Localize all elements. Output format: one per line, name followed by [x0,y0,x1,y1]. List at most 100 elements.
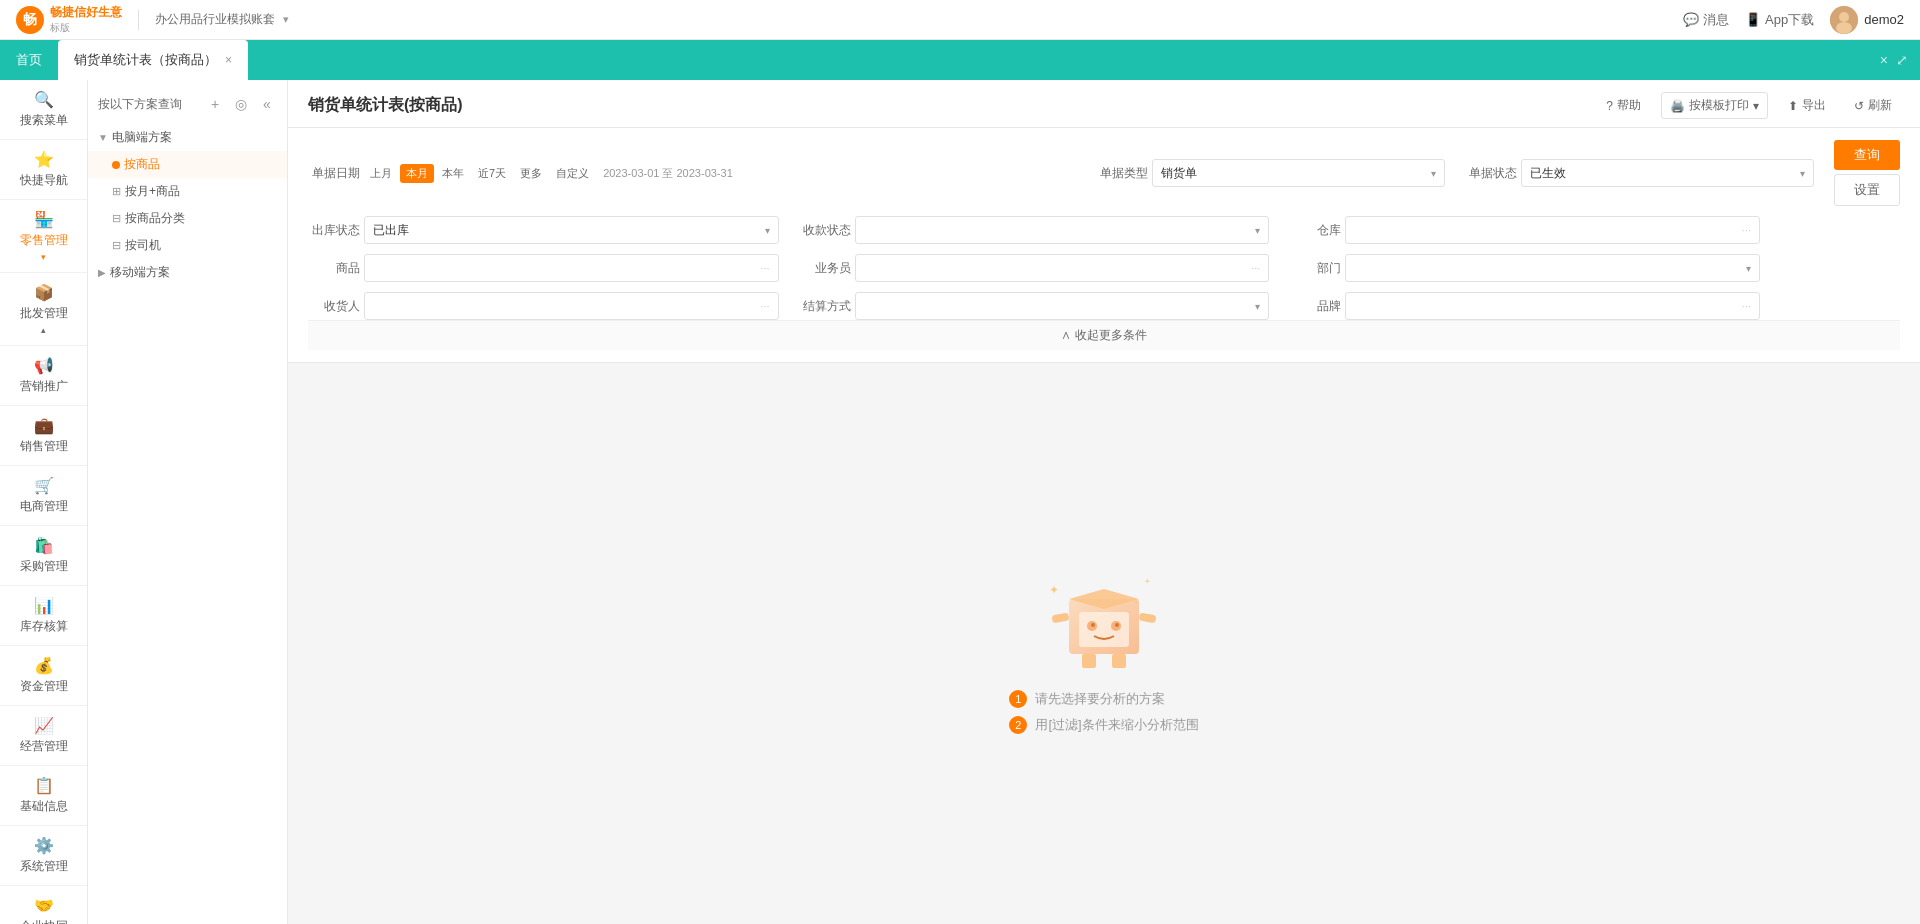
divider [138,10,139,30]
nav-icon: ⭐ [34,150,54,169]
lp-collapse-button[interactable]: « [257,94,277,114]
window-controls: × ⤢ [1880,52,1920,68]
svg-rect-12 [1051,612,1069,623]
date-btn-7days[interactable]: 近7天 [472,164,512,183]
empty-illustration: ✦ ✦ ✦ [1044,554,1164,674]
print-button[interactable]: 🖨️ 按模板打印 ▾ [1661,92,1768,119]
sidebar-nav[interactable]: ⭐ 快捷导航 [0,140,87,200]
product-label: 商品 [308,260,360,277]
svg-rect-5 [1079,612,1129,647]
doc-status-select[interactable]: 已生效 ▾ [1521,159,1814,187]
filter-col-product: 商品 ··· [308,254,779,282]
date-btn-last-month[interactable]: 上月 [364,164,398,183]
app-download-button[interactable]: 📱 App下载 [1745,11,1814,29]
grid-icon: ⊞ [112,185,121,198]
user-area[interactable]: demo2 [1830,6,1904,34]
svg-rect-13 [1138,612,1156,623]
product-field[interactable]: ··· [364,254,779,282]
sales-icon: 💼 [34,416,54,435]
tab-home[interactable]: 首页 [0,40,58,80]
tree-item-by-cashier[interactable]: ⊟ 按司机 [88,232,287,259]
salesman-more-icon: ··· [1251,262,1260,274]
date-btn-this-month[interactable]: 本月 [400,164,434,183]
query-buttons: 查询 设置 [1834,140,1900,206]
sidebar-search[interactable]: 🔍 搜索菜单 [0,80,87,140]
sidebar-item-retail[interactable]: 🏪 零售管理 ▾ [0,200,87,273]
tab-close-button[interactable]: × [225,53,232,67]
tree-group-mobile-header[interactable]: ▶ 移动端方案 [88,259,287,286]
message-icon: 💬 [1683,12,1699,27]
date-btn-this-year[interactable]: 本年 [436,164,470,183]
settings-button[interactable]: 设置 [1834,174,1900,206]
tree-item-by-product[interactable]: 按商品 [88,151,287,178]
warehouse-field[interactable]: ··· [1345,216,1760,244]
brand-more-icon: ··· [1742,300,1751,312]
sidebar-item-sales[interactable]: 💼 销售管理 [0,406,87,466]
tree-group-desktop-header[interactable]: ▼ 电脑端方案 [88,124,287,151]
svg-point-8 [1091,623,1095,627]
cashier-icon: ⊟ [112,239,121,252]
out-status-label: 出库状态 [308,222,360,239]
date-btn-more[interactable]: 更多 [514,164,548,183]
department-dropdown-icon: ▾ [1746,263,1751,274]
date-btn-custom[interactable]: 自定义 [550,164,595,183]
print-icon: 🖨️ [1670,99,1685,113]
top-bar-left: 畅 畅捷信好生意 标版 办公用品行业模拟账套 ▾ [16,4,289,35]
svg-point-1 [1839,12,1849,22]
sidebar-item-inventory[interactable]: 📊 库存核算 [0,586,87,646]
filter-col-settle: 结算方式 ▾ [799,292,1270,320]
empty-tip-2: 2 用[过滤]条件来缩小分析范围 [1009,716,1198,734]
department-select[interactable]: ▾ [1345,254,1760,282]
tree-item-by-category[interactable]: ⊟ 按商品分类 [88,205,287,232]
tip-1-num: 1 [1009,690,1027,708]
breadcrumb-dropdown[interactable]: ▾ [283,13,289,26]
brand-field[interactable]: ··· [1345,292,1760,320]
collapse-bar[interactable]: ∧ 收起更多条件 [308,320,1900,350]
message-button[interactable]: 💬 消息 [1683,11,1729,29]
sidebar-item-ecommerce[interactable]: 🛒 电商管理 [0,466,87,526]
department-label: 部门 [1289,260,1341,277]
export-icon: ⬆ [1788,99,1798,113]
out-status-select[interactable]: 已出库 ▾ [364,216,779,244]
filter-col-doctype: 单据类型 销货单 ▾ [1096,159,1445,187]
doc-type-select[interactable]: 销货单 ▾ [1152,159,1445,187]
export-button[interactable]: ⬆ 导出 [1780,93,1834,118]
filter-col-docstatus: 单据状态 已生效 ▾ [1465,159,1814,187]
logo-area: 畅 畅捷信好生意 标版 [16,4,122,35]
svg-point-9 [1115,623,1119,627]
query-button[interactable]: 查询 [1834,140,1900,170]
logo-icon: 畅 [16,6,44,34]
lp-add-button[interactable]: + [205,94,225,114]
settle-select[interactable]: ▾ [855,292,1270,320]
sidebar-item-wholesale[interactable]: 📦 批发管理 ▴ [0,273,87,346]
sidebar-item-enterprise[interactable]: 🤝 企业协同 [0,886,87,924]
window-max-button[interactable]: ⤢ [1896,52,1908,68]
tip-1-text: 请先选择要分析的方案 [1035,690,1165,708]
sidebar-item-marketing[interactable]: 📢 营销推广 [0,346,87,406]
lp-settings-button[interactable]: ◎ [231,94,251,114]
receive-status-label: 收款状态 [799,222,851,239]
refresh-button[interactable]: ↺ 刷新 [1846,93,1900,118]
tab-active[interactable]: 销货单统计表（按商品） × [58,40,248,80]
date-quick-buttons: 上月 本月 本年 近7天 更多 自定义 [364,164,595,183]
sidebar-item-system[interactable]: ⚙️ 系统管理 [0,826,87,886]
window-close-button[interactable]: × [1880,52,1888,68]
tree-item-by-month-product[interactable]: ⊞ 按月+商品 [88,178,287,205]
sidebar-item-basic[interactable]: 📋 基础信息 [0,766,87,826]
svg-text:✦: ✦ [1049,583,1059,597]
filter-row-3: 商品 ··· 业务员 ··· 部门 [308,254,1900,282]
recipient-field[interactable]: ··· [364,292,779,320]
sidebar-item-purchase[interactable]: 🛍️ 采购管理 [0,526,87,586]
salesman-field[interactable]: ··· [855,254,1270,282]
ecommerce-icon: 🛒 [34,476,54,495]
active-dot-icon [112,161,120,169]
receive-status-select[interactable]: ▾ [855,216,1270,244]
date-label: 单据日期 [308,165,360,182]
tree-arrow-mobile: ▶ [98,267,106,278]
sidebar-item-finance[interactable]: 💰 资金管理 [0,646,87,706]
main-layout: 🔍 搜索菜单 ⭐ 快捷导航 🏪 零售管理 ▾ 📦 批发管理 ▴ 📢 营销推广 💼… [0,80,1920,924]
help-button[interactable]: ? 帮助 [1598,93,1649,118]
refresh-icon: ↺ [1854,99,1864,113]
purchase-icon: 🛍️ [34,536,54,555]
sidebar-item-operation[interactable]: 📈 经营管理 [0,706,87,766]
